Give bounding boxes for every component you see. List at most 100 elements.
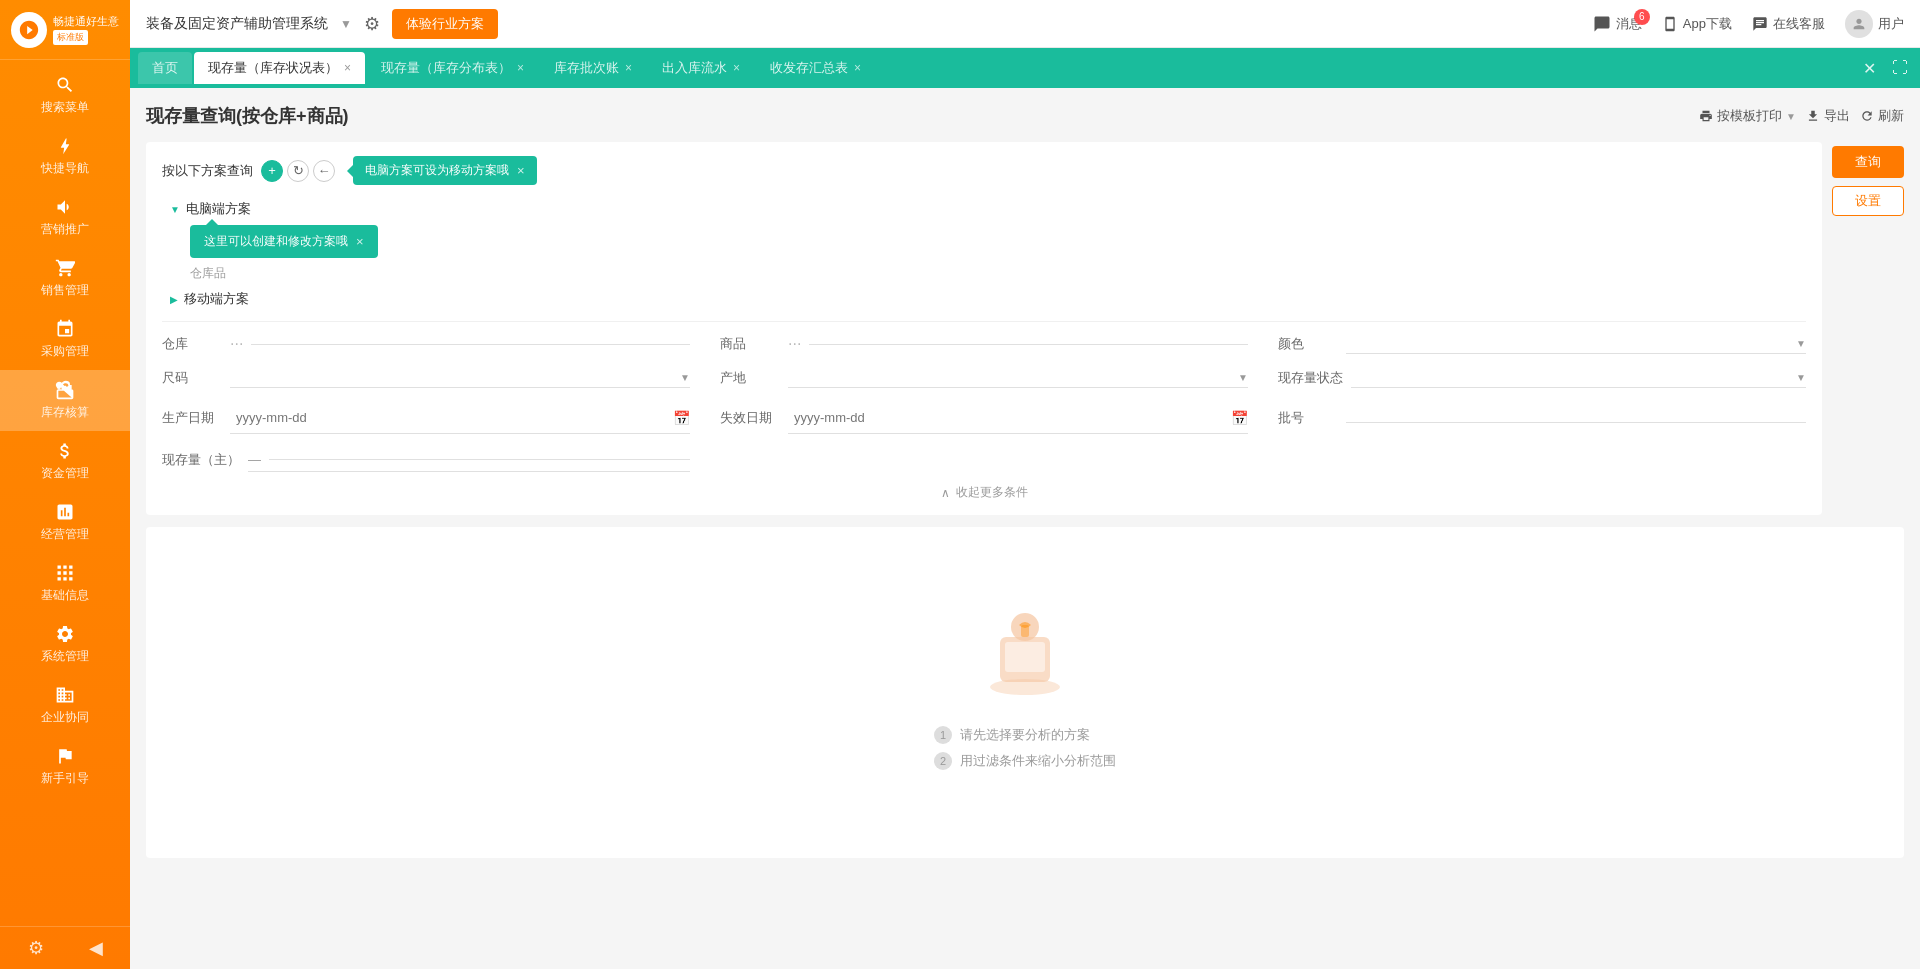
- size-input-wrap[interactable]: ▼: [230, 368, 690, 388]
- template-print-btn[interactable]: 按模板打印 ▼: [1699, 107, 1796, 125]
- exp-date-input[interactable]: [788, 406, 1231, 429]
- prod-date-input-wrap: 📅: [230, 402, 690, 434]
- scheme-tree: ▼ 电脑端方案 这里可以创建和修改方案哦 × 仓库品: [170, 197, 1806, 311]
- filter-back-btn[interactable]: ←: [313, 160, 335, 182]
- trial-btn[interactable]: 体验行业方案: [392, 9, 498, 39]
- header-msg[interactable]: 6 消息: [1593, 15, 1642, 33]
- page-title: 现存量查询(按仓库+商品): [146, 104, 349, 128]
- filter-header: 按以下方案查询 + ↻ ← 电脑方案可设为移动方案哦 ×: [162, 156, 1806, 185]
- color-label: 颜色: [1278, 335, 1338, 353]
- size-label: 尺码: [162, 369, 222, 387]
- sidebar-item-sales[interactable]: 销售管理: [0, 248, 130, 309]
- tab-inout-flow[interactable]: 出入库流水 ×: [648, 52, 754, 84]
- exp-date-label: 失效日期: [720, 409, 780, 427]
- filter-divider: [162, 321, 1806, 322]
- empty-steps: 1 请先选择要分析的方案 2 用过滤条件来缩小分析范围: [934, 726, 1116, 778]
- svg-rect-4: [1021, 625, 1029, 637]
- scheme-pc-label: 电脑端方案: [186, 200, 251, 218]
- template-print-label: 按模板打印: [1717, 107, 1782, 125]
- stock-main-dash: —: [248, 452, 261, 467]
- search-btn[interactable]: 查询: [1832, 146, 1904, 178]
- empty-state: 1 请先选择要分析的方案 2 用过滤条件来缩小分析范围: [146, 527, 1904, 858]
- tabs-right-actions: ✕ ⛶: [1859, 55, 1912, 82]
- sidebar-item-system[interactable]: 系统管理: [0, 614, 130, 675]
- prod-date-calendar-icon[interactable]: 📅: [673, 410, 690, 426]
- system-dropdown-btn[interactable]: ▼: [340, 17, 352, 31]
- template-print-dropdown[interactable]: ▼: [1786, 111, 1796, 122]
- step-1-text: 请先选择要分析的方案: [960, 726, 1090, 744]
- tab-fullscreen-btn[interactable]: ⛶: [1888, 55, 1912, 81]
- warehouse-more-icon: ···: [230, 335, 243, 353]
- sidebar-item-finance[interactable]: 资金管理: [0, 431, 130, 492]
- scheme-pc-item[interactable]: ▼ 电脑端方案: [170, 197, 1806, 221]
- sidebar-item-purchase[interactable]: 采购管理: [0, 309, 130, 370]
- tooltip-plan-close[interactable]: ×: [517, 163, 525, 178]
- tab-receipt-summary[interactable]: 收发存汇总表 ×: [756, 52, 875, 84]
- filter-outer: 按以下方案查询 + ↻ ← 电脑方案可设为移动方案哦 ×: [146, 142, 1904, 515]
- refresh-btn[interactable]: 刷新: [1860, 107, 1904, 125]
- tooltip-create-text: 这里可以创建和修改方案哦: [204, 233, 348, 250]
- empty-step-2: 2 用过滤条件来缩小分析范围: [934, 752, 1116, 770]
- sidebar-settings-btn[interactable]: ⚙: [28, 937, 44, 959]
- tab-inout-flow-close[interactable]: ×: [733, 62, 740, 74]
- stock-main-label: 现存量（主）: [162, 451, 240, 469]
- sidebar-item-quick[interactable]: 快捷导航: [0, 126, 130, 187]
- batch-label: 批号: [1278, 409, 1338, 427]
- exp-date-calendar-icon[interactable]: 📅: [1231, 410, 1248, 426]
- tab-batch-ledger-close[interactable]: ×: [625, 62, 632, 74]
- filter-refresh-btn[interactable]: ↻: [287, 160, 309, 182]
- batch-input-wrap: [1346, 414, 1806, 423]
- filter-add-btn[interactable]: +: [261, 160, 283, 182]
- tab-inventory-status[interactable]: 现存量（库存状况表） ×: [194, 52, 365, 84]
- sidebar: 畅捷通好生意 标准版 搜索菜单 快捷导航 营销推广 销售管理 采购管理 库存核算: [0, 0, 130, 969]
- tab-home[interactable]: 首页: [138, 52, 192, 84]
- color-dropdown-icon: ▼: [1796, 338, 1806, 349]
- sidebar-bottom: ⚙ ◀: [0, 926, 130, 969]
- tab-inventory-status-close[interactable]: ×: [344, 62, 351, 74]
- tooltip-create-close[interactable]: ×: [356, 234, 364, 249]
- sidebar-collapse-btn[interactable]: ◀: [89, 937, 103, 959]
- sidebar-item-basic-label: 基础信息: [41, 587, 89, 604]
- sidebar-item-guide[interactable]: 新手引导: [0, 736, 130, 797]
- filter-stock-main-row: 现存量（主） —: [162, 448, 690, 472]
- origin-input-wrap[interactable]: ▼: [788, 368, 1248, 388]
- sidebar-item-enterprise[interactable]: 企业协同: [0, 675, 130, 736]
- sidebar-logo: 畅捷通好生意 标准版: [0, 0, 130, 60]
- tab-batch-ledger[interactable]: 库存批次账 ×: [540, 52, 646, 84]
- header-service[interactable]: 在线客服: [1752, 15, 1825, 33]
- scheme-mobile-item[interactable]: ▶ 移动端方案: [170, 287, 1806, 311]
- tab-inventory-dist[interactable]: 现存量（库存分布表） ×: [367, 52, 538, 84]
- sidebar-item-search[interactable]: 搜索菜单: [0, 65, 130, 126]
- sidebar-item-marketing[interactable]: 营销推广: [0, 187, 130, 248]
- data-table-area: 1 请先选择要分析的方案 2 用过滤条件来缩小分析范围: [146, 527, 1904, 858]
- sidebar-item-system-label: 系统管理: [41, 648, 89, 665]
- sidebar-item-basic[interactable]: 基础信息: [0, 553, 130, 614]
- header-user[interactable]: 用户: [1845, 10, 1904, 38]
- empty-illustration: [975, 607, 1075, 710]
- header-settings-btn[interactable]: ⚙: [364, 13, 380, 35]
- tab-inventory-dist-close[interactable]: ×: [517, 62, 524, 74]
- tab-batch-ledger-label: 库存批次账: [554, 59, 619, 77]
- stock-main-input-wrap: —: [248, 448, 690, 472]
- stock-status-input-wrap[interactable]: ▼: [1351, 368, 1806, 388]
- stock-main-input-right[interactable]: [269, 459, 690, 460]
- tab-close-all-btn[interactable]: ✕: [1859, 55, 1880, 82]
- logo-icon: [11, 12, 47, 48]
- color-input-wrap[interactable]: ▼: [1346, 334, 1806, 354]
- export-btn[interactable]: 导出: [1806, 107, 1850, 125]
- filter-prod-date-row: 生产日期 📅: [162, 402, 690, 434]
- filter-stock-status-row: 现存量状态 ▼: [1278, 368, 1806, 388]
- reset-btn[interactable]: 设置: [1832, 186, 1904, 216]
- filter-collapse-btn[interactable]: ∧ 收起更多条件: [162, 484, 1806, 501]
- export-label: 导出: [1824, 107, 1850, 125]
- service-label: 在线客服: [1773, 15, 1825, 33]
- filter-origin-row: 产地 ▼: [720, 368, 1248, 388]
- sidebar-item-operations[interactable]: 经营管理: [0, 492, 130, 553]
- scheme-mobile-expand-icon: ▶: [170, 294, 178, 305]
- tab-receipt-summary-close[interactable]: ×: [854, 62, 861, 74]
- prod-date-input[interactable]: [230, 406, 673, 429]
- filter-color-row: 颜色 ▼: [1278, 334, 1806, 354]
- scheme-mobile-item-row[interactable]: ▶ 移动端方案: [170, 287, 1806, 311]
- sidebar-item-inventory[interactable]: 库存核算: [0, 370, 130, 431]
- header-app[interactable]: App下载: [1662, 15, 1732, 33]
